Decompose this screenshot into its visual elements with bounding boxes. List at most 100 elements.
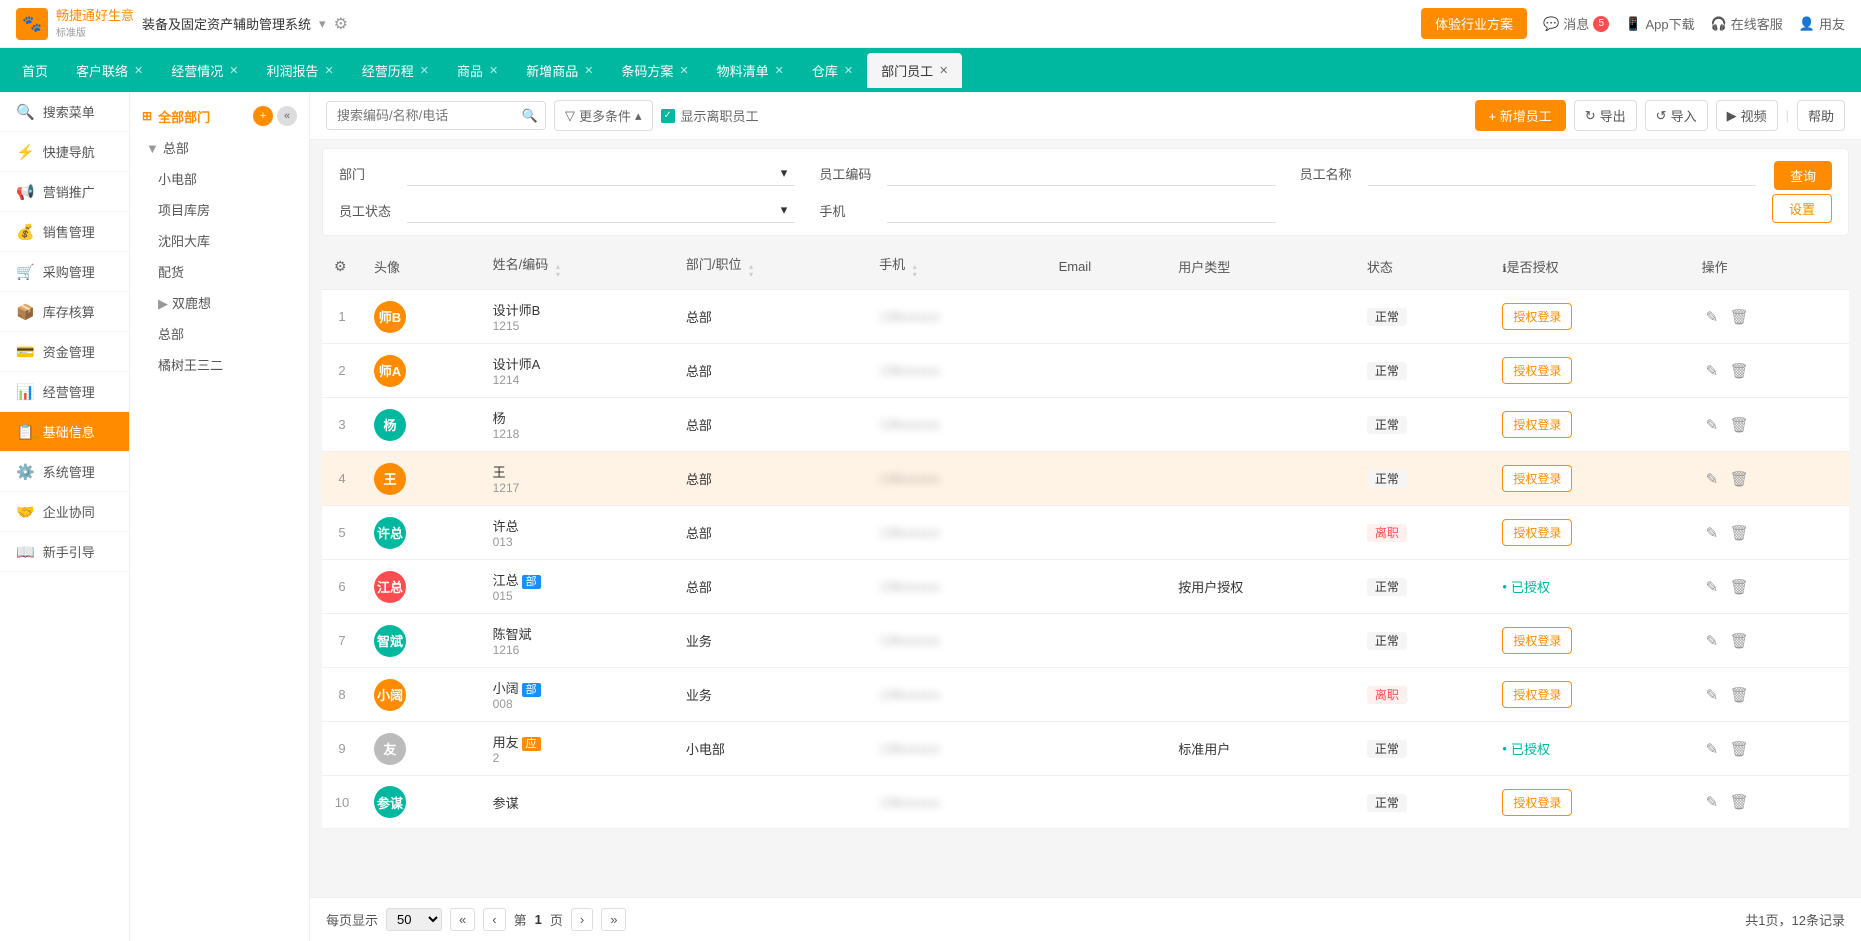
delete-btn[interactable]: 🗑 xyxy=(1730,794,1749,811)
show-inactive-wrap[interactable]: ✓ 显示离职员工 xyxy=(661,106,759,125)
help-btn[interactable]: 帮助 xyxy=(1797,100,1845,131)
delete-btn[interactable]: 🗑 xyxy=(1730,579,1749,596)
sidebar-item-collab[interactable]: 🤝 企业协同 xyxy=(0,492,129,532)
authorize-btn[interactable]: 授权登录 xyxy=(1502,303,1572,330)
phone-input[interactable] xyxy=(887,199,1275,223)
dept-node-shuanglu[interactable]: ▶双鹿想 xyxy=(130,287,309,318)
dropdown-icon[interactable]: ▾ xyxy=(319,16,326,32)
delete-btn[interactable]: 🗑 xyxy=(1730,417,1749,434)
tab-history[interactable]: 经营历程 ✕ xyxy=(348,53,443,88)
phone-sort-icon[interactable]: ▴▾ xyxy=(913,263,917,279)
dept-node-shenyang[interactable]: 沈阳大库 xyxy=(130,225,309,256)
tab-home[interactable]: 首页 xyxy=(8,53,62,88)
delete-btn[interactable]: 🗑 xyxy=(1730,471,1749,488)
sidebar-item-search[interactable]: 🔍 搜索菜单 xyxy=(0,92,129,132)
sidebar-item-marketing[interactable]: 📢 营销推广 xyxy=(0,172,129,212)
search-input[interactable] xyxy=(326,101,546,130)
tab-warehouse[interactable]: 仓库 ✕ xyxy=(798,53,867,88)
tab-dept-employee[interactable]: 部门员工 ✕ xyxy=(867,53,962,88)
show-inactive-checkbox[interactable]: ✓ xyxy=(661,109,675,123)
edit-btn[interactable]: ✎ xyxy=(1706,633,1719,650)
edit-btn[interactable]: ✎ xyxy=(1706,741,1719,758)
try-btn[interactable]: 体验行业方案 xyxy=(1421,8,1527,39)
search-icon-btn[interactable]: 🔍 xyxy=(522,108,538,124)
delete-btn[interactable]: 🗑 xyxy=(1730,309,1749,326)
close-icon[interactable]: ✕ xyxy=(325,64,334,77)
set-btn[interactable]: 设置 xyxy=(1772,194,1832,223)
tab-barcode[interactable]: 条码方案 ✕ xyxy=(607,53,702,88)
edit-btn[interactable]: ✎ xyxy=(1706,525,1719,542)
edit-btn[interactable]: ✎ xyxy=(1706,687,1719,704)
sidebar-item-sales[interactable]: 💰 销售管理 xyxy=(0,212,129,252)
sidebar-item-guide[interactable]: 📖 新手引导 xyxy=(0,532,129,572)
delete-btn[interactable]: 🗑 xyxy=(1730,741,1749,758)
view-btn[interactable]: ▶ 视频 xyxy=(1716,100,1778,131)
emp-name-input[interactable] xyxy=(1368,162,1756,186)
close-icon[interactable]: ✕ xyxy=(584,64,593,77)
edit-btn[interactable]: ✎ xyxy=(1706,417,1719,434)
collapse-btn[interactable]: « xyxy=(277,106,297,126)
close-icon[interactable]: ✕ xyxy=(775,64,784,77)
tab-bom[interactable]: 物料清单 ✕ xyxy=(703,53,798,88)
sidebar-item-nav[interactable]: ⚡ 快捷导航 xyxy=(0,132,129,172)
more-filter-btn[interactable]: ▽ 更多条件 ▴ xyxy=(554,100,653,131)
add-employee-btn[interactable]: + 新增员工 xyxy=(1475,100,1566,131)
edit-btn[interactable]: ✎ xyxy=(1706,794,1719,811)
settings-gear-icon[interactable]: ⚙ xyxy=(334,258,347,274)
delete-btn[interactable]: 🗑 xyxy=(1730,633,1749,650)
dept-node-xiangmu[interactable]: 项目库房 xyxy=(130,194,309,225)
delete-btn[interactable]: 🗑 xyxy=(1730,687,1749,704)
tab-profit[interactable]: 利润报告 ✕ xyxy=(252,53,347,88)
export-btn[interactable]: ↻ 导出 xyxy=(1574,100,1637,131)
add-dept-btn[interactable]: + xyxy=(253,106,273,126)
authorize-btn[interactable]: 授权登录 xyxy=(1502,789,1572,816)
user-btn[interactable]: 👤 用友 xyxy=(1799,14,1845,33)
close-icon[interactable]: ✕ xyxy=(939,64,948,77)
sidebar-item-basic[interactable]: 📋 基础信息 xyxy=(0,412,129,452)
dept-node-zongbu[interactable]: ▼总部 xyxy=(130,132,309,163)
dept-node-juzi[interactable]: 橘树王三二 xyxy=(130,349,309,380)
authorize-btn[interactable]: 授权登录 xyxy=(1502,519,1572,546)
sidebar-item-system[interactable]: ⚙️ 系统管理 xyxy=(0,452,129,492)
emp-code-input[interactable] xyxy=(887,162,1275,186)
authorize-btn[interactable]: 授权登录 xyxy=(1502,465,1572,492)
tab-operation[interactable]: 经营情况 ✕ xyxy=(157,53,252,88)
status-select[interactable]: ▾ xyxy=(407,198,795,223)
close-icon[interactable]: ✕ xyxy=(134,64,143,77)
tab-goods[interactable]: 商品 ✕ xyxy=(443,53,512,88)
close-icon[interactable]: ✕ xyxy=(420,64,429,77)
edit-btn[interactable]: ✎ xyxy=(1706,471,1719,488)
sidebar-item-purchase[interactable]: 🛒 采购管理 xyxy=(0,252,129,292)
delete-btn[interactable]: 🗑 xyxy=(1730,525,1749,542)
sidebar-item-inventory[interactable]: 📦 库存核算 xyxy=(0,292,129,332)
app-download-btn[interactable]: 📱 App下载 xyxy=(1625,14,1694,33)
authorize-btn[interactable]: 授权登录 xyxy=(1502,411,1572,438)
close-icon[interactable]: ✕ xyxy=(679,64,688,77)
online-service-btn[interactable]: 🎧 在线客服 xyxy=(1711,14,1783,33)
close-icon[interactable]: ✕ xyxy=(229,64,238,77)
close-icon[interactable]: ✕ xyxy=(489,64,498,77)
authorize-btn[interactable]: 授权登录 xyxy=(1502,627,1572,654)
dept-select[interactable]: ▾ xyxy=(407,161,795,186)
sidebar-item-finance[interactable]: 💳 资金管理 xyxy=(0,332,129,372)
dept-node-xiaodian[interactable]: 小电部 xyxy=(130,163,309,194)
authorize-btn[interactable]: 授权登录 xyxy=(1502,357,1572,384)
prev-page-btn[interactable]: ‹ xyxy=(483,908,505,931)
settings-icon[interactable]: ⚙ xyxy=(334,14,348,34)
edit-btn[interactable]: ✎ xyxy=(1706,579,1719,596)
name-sort-icon[interactable]: ▴▾ xyxy=(556,263,560,279)
delete-btn[interactable]: 🗑 xyxy=(1730,363,1749,380)
import-btn[interactable]: ↺ 导入 xyxy=(1645,100,1708,131)
edit-btn[interactable]: ✎ xyxy=(1706,309,1719,326)
dept-sort-icon[interactable]: ▴▾ xyxy=(749,263,753,279)
dept-node-zongbu2[interactable]: 总部 xyxy=(130,318,309,349)
last-page-btn[interactable]: » xyxy=(601,908,626,931)
tab-add-goods[interactable]: 新增商品 ✕ xyxy=(512,53,607,88)
dept-node-peihuo[interactable]: 配货 xyxy=(130,256,309,287)
edit-btn[interactable]: ✎ xyxy=(1706,363,1719,380)
first-page-btn[interactable]: « xyxy=(450,908,475,931)
message-btn[interactable]: 💬 消息 5 xyxy=(1543,14,1609,33)
sidebar-item-business[interactable]: 📊 经营管理 xyxy=(0,372,129,412)
next-page-btn[interactable]: › xyxy=(571,908,593,931)
authorize-btn[interactable]: 授权登录 xyxy=(1502,681,1572,708)
